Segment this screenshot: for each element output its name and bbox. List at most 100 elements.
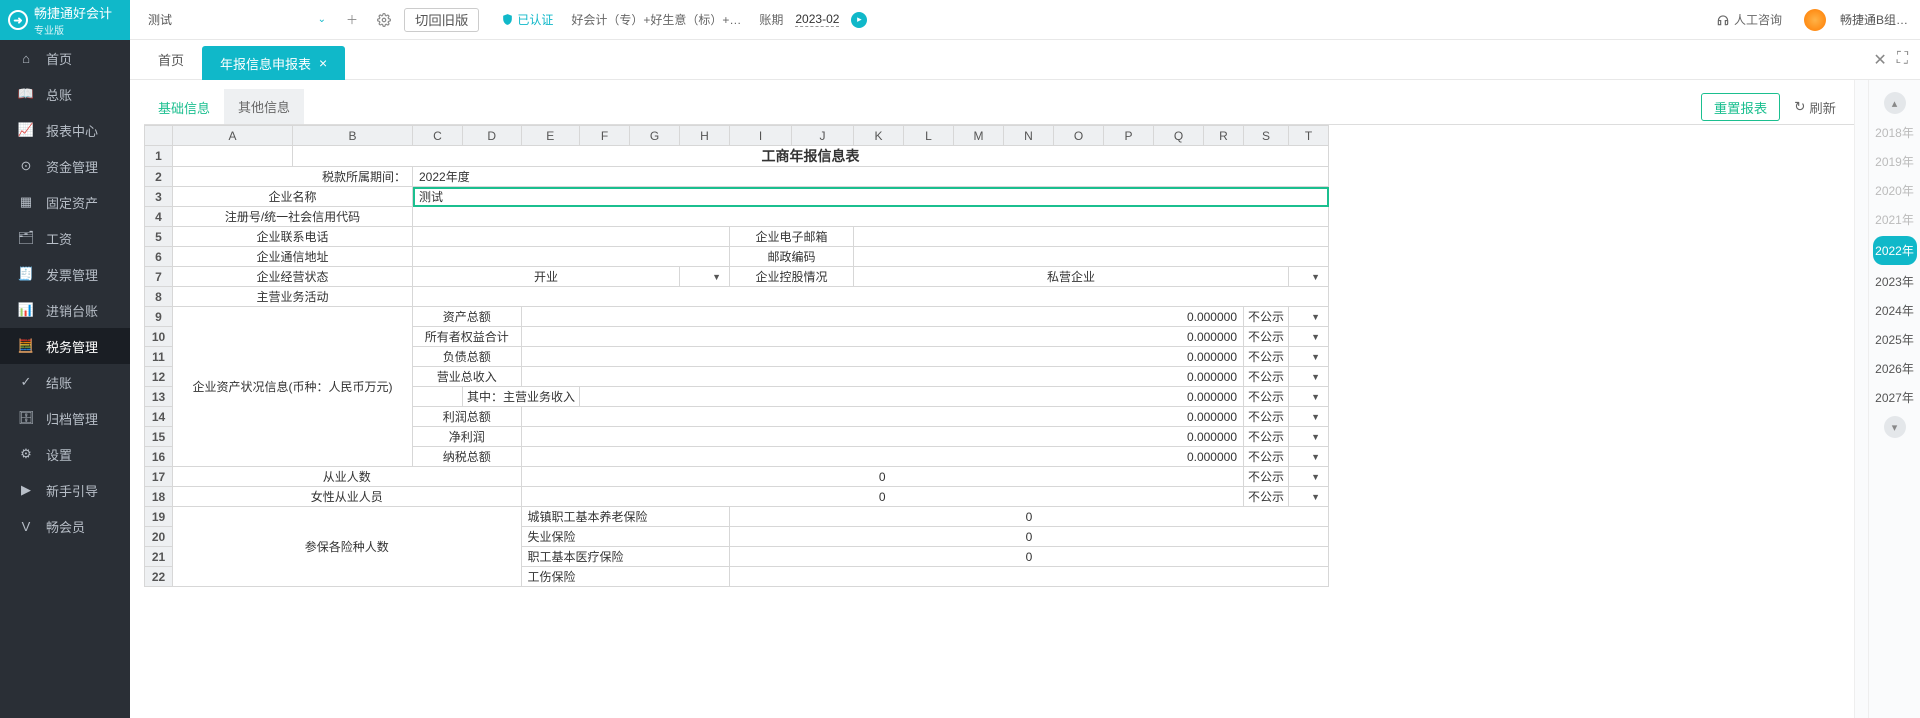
cell[interactable]: 不公示 [1244, 447, 1289, 467]
cell[interactable]: 不公示 [1244, 367, 1289, 387]
cell[interactable]: 0.000000 [521, 307, 1244, 327]
col-header[interactable]: M [954, 126, 1004, 146]
avatar[interactable] [1804, 9, 1826, 31]
row-header[interactable]: 15 [145, 427, 173, 447]
support-button[interactable]: 人工咨询 [1716, 11, 1782, 28]
period-next-icon[interactable]: ▸ [851, 12, 867, 28]
dropdown-cell[interactable]: ▼ [680, 267, 730, 287]
cell[interactable]: 不公示 [1244, 307, 1289, 327]
tab-0[interactable]: 首页 [140, 40, 202, 79]
dropdown-cell[interactable]: ▼ [1289, 307, 1329, 327]
period-value[interactable]: 2023-02 [795, 12, 839, 27]
row-header[interactable]: 17 [145, 467, 173, 487]
switch-old-button[interactable]: 切回旧版 [404, 8, 479, 32]
sidebar-item-5[interactable]: 🗂工资 [0, 220, 130, 256]
col-header[interactable]: F [580, 126, 630, 146]
cell[interactable] [173, 146, 293, 167]
cell[interactable]: 0.000000 [521, 347, 1244, 367]
col-header[interactable]: L [904, 126, 954, 146]
year-item[interactable]: 2027年 [1869, 383, 1920, 412]
dropdown-cell[interactable]: ▼ [1289, 387, 1329, 407]
cell[interactable] [413, 247, 730, 267]
scrollbar[interactable] [1854, 80, 1868, 718]
row-header[interactable]: 16 [145, 447, 173, 467]
row-header[interactable]: 3 [145, 187, 173, 207]
row-header[interactable]: 19 [145, 507, 173, 527]
row-header[interactable]: 14 [145, 407, 173, 427]
col-header[interactable]: B [293, 126, 413, 146]
subtab-0[interactable]: 基础信息 [144, 90, 224, 127]
col-header[interactable]: C [413, 126, 463, 146]
settings-icon[interactable] [372, 8, 396, 32]
col-header[interactable]: O [1054, 126, 1104, 146]
year-item[interactable]: 2025年 [1869, 325, 1920, 354]
cell[interactable]: 不公示 [1244, 427, 1289, 447]
year-item[interactable]: 2019年 [1869, 147, 1920, 176]
col-header[interactable]: P [1104, 126, 1154, 146]
cell[interactable]: 0 [730, 507, 1329, 527]
cell[interactable]: 私营企业 [854, 267, 1289, 287]
cell[interactable]: 不公示 [1244, 487, 1289, 507]
cell[interactable]: 0 [521, 467, 1244, 487]
row-header[interactable]: 13 [145, 387, 173, 407]
row-header[interactable]: 8 [145, 287, 173, 307]
dropdown-cell[interactable]: ▼ [1289, 407, 1329, 427]
row-header[interactable]: 21 [145, 547, 173, 567]
sidebar-item-2[interactable]: 📈报表中心 [0, 112, 130, 148]
row-header[interactable]: 20 [145, 527, 173, 547]
row-header[interactable]: 18 [145, 487, 173, 507]
row-header[interactable]: 11 [145, 347, 173, 367]
row-header[interactable]: 10 [145, 327, 173, 347]
sidebar-item-0[interactable]: ⌂首页 [0, 40, 130, 76]
cell[interactable]: 0.000000 [521, 407, 1244, 427]
row-header[interactable]: 9 [145, 307, 173, 327]
spreadsheet[interactable]: ABCDEFGHIJKLMNOPQRST1工商年报信息表2税款所属期间：2022… [144, 124, 1854, 718]
sidebar-item-8[interactable]: 🧮税务管理 [0, 328, 130, 364]
cell[interactable]: 不公示 [1244, 467, 1289, 487]
col-header[interactable]: G [630, 126, 680, 146]
year-item[interactable]: 2018年 [1869, 118, 1920, 147]
col-header[interactable]: T [1289, 126, 1329, 146]
cell[interactable]: 0 [730, 527, 1329, 547]
close-all-tabs-icon[interactable]: ✕ [1873, 50, 1886, 70]
row-header[interactable]: 7 [145, 267, 173, 287]
cell[interactable]: 0.000000 [521, 427, 1244, 447]
col-header[interactable]: K [854, 126, 904, 146]
year-item[interactable]: 2020年 [1869, 176, 1920, 205]
cell[interactable]: 0.000000 [521, 447, 1244, 467]
selected-cell[interactable]: 测试 [413, 187, 1329, 207]
sidebar-item-1[interactable]: 📖总账 [0, 76, 130, 112]
col-header[interactable]: J [792, 126, 854, 146]
col-header[interactable]: N [1004, 126, 1054, 146]
cell[interactable]: 0.000000 [521, 327, 1244, 347]
row-header[interactable]: 4 [145, 207, 173, 227]
sidebar-item-12[interactable]: ▶新手引导 [0, 472, 130, 508]
cell[interactable]: 0.000000 [521, 367, 1244, 387]
dropdown-cell[interactable]: ▼ [1289, 327, 1329, 347]
subtab-1[interactable]: 其他信息 [224, 89, 304, 126]
sidebar-item-13[interactable]: V畅会员 [0, 508, 130, 544]
cell[interactable]: 0.000000 [580, 387, 1244, 407]
dropdown-cell[interactable]: ▼ [1289, 487, 1329, 507]
tab-1[interactable]: 年报信息申报表× [202, 46, 345, 80]
dropdown-cell[interactable]: ▼ [1289, 347, 1329, 367]
col-header[interactable]: Q [1154, 126, 1204, 146]
col-header[interactable]: H [680, 126, 730, 146]
col-header[interactable]: R [1204, 126, 1244, 146]
col-header[interactable]: S [1244, 126, 1289, 146]
cell[interactable]: 开业 [413, 267, 680, 287]
cell[interactable]: 2022年度 [413, 167, 1329, 187]
year-item[interactable]: 2021年 [1869, 205, 1920, 234]
sidebar-item-11[interactable]: ⚙设置 [0, 436, 130, 472]
dropdown-cell[interactable]: ▼ [1289, 427, 1329, 447]
dropdown-cell[interactable]: ▼ [1289, 447, 1329, 467]
year-item[interactable]: 2023年 [1869, 267, 1920, 296]
cell[interactable]: 不公示 [1244, 327, 1289, 347]
year-item[interactable]: 2024年 [1869, 296, 1920, 325]
col-header[interactable]: E [521, 126, 580, 146]
sidebar-item-10[interactable]: 🗄归档管理 [0, 400, 130, 436]
sidebar-item-9[interactable]: ✓结账 [0, 364, 130, 400]
year-item[interactable]: 2026年 [1869, 354, 1920, 383]
fullscreen-icon[interactable]: ⛶ [1897, 50, 1908, 70]
row-header[interactable]: 1 [145, 146, 173, 167]
